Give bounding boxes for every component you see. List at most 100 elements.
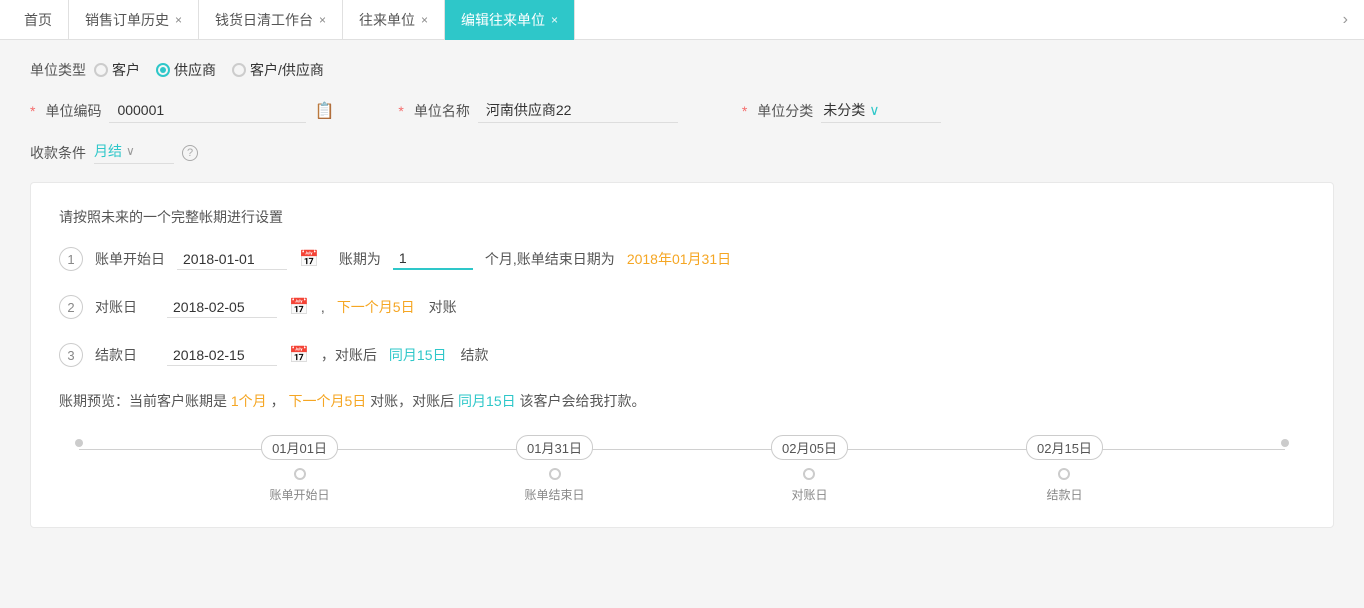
- setting-row-2-label: 对账日: [95, 297, 155, 317]
- reconcile-highlight: 下一个月5日: [337, 297, 415, 317]
- account-start-cal-icon[interactable]: 📅: [299, 249, 319, 269]
- tab-edit-partner[interactable]: 编辑往来单位 ×: [445, 0, 575, 40]
- unit-code-label: 单位编码: [45, 101, 101, 121]
- preview-sep1: ，: [271, 393, 285, 409]
- radio-both[interactable]: 客户/供应商: [232, 60, 324, 80]
- unit-code-field: * 单位编码 📋: [30, 98, 334, 123]
- timeline-item-3: 02月05日 对账日: [771, 435, 848, 503]
- radio-customer-circle: [94, 63, 108, 77]
- reconcile-pre-text: ,: [321, 299, 325, 315]
- timeline-caption-2: 账单结束日: [525, 486, 585, 503]
- unit-category-arrow: ∨: [869, 102, 879, 119]
- unit-category-value: 未分类: [823, 100, 865, 120]
- period-unit-text: 个月,账单结束日期为: [485, 249, 615, 269]
- reconcile-cal-icon[interactable]: 📅: [289, 297, 309, 317]
- unit-type-row: 单位类型 客户 供应商 客户/供应商: [30, 60, 1334, 80]
- tab-partner-unit-close[interactable]: ×: [421, 13, 428, 27]
- period-value-input[interactable]: [393, 248, 473, 270]
- tab-cash-work-close[interactable]: ×: [319, 13, 326, 27]
- timeline-date-3: 02月05日: [771, 435, 848, 460]
- unit-name-label: 单位名称: [414, 101, 470, 121]
- settings-card: 请按照未来的一个完整帐期进行设置 1 账单开始日 📅 账期为 个月,账单结束日期…: [30, 182, 1334, 528]
- preview-part2: 下一个月5日: [288, 393, 366, 409]
- settlement-date-input[interactable]: [167, 345, 277, 366]
- account-start-date-input[interactable]: [177, 249, 287, 270]
- settlement-pre-text: ，对账后: [321, 345, 377, 365]
- setting-row-1-num: 1: [59, 247, 83, 271]
- timeline-item-1: 01月01日 账单开始日: [261, 435, 338, 503]
- tab-sales-history[interactable]: 销售订单历史 ×: [69, 0, 199, 40]
- timeline-date-4: 02月15日: [1026, 435, 1103, 460]
- tab-sales-history-label: 销售订单历史: [85, 10, 169, 30]
- setting-row-3-num: 3: [59, 343, 83, 367]
- tabs-scroll-right[interactable]: ›: [1335, 11, 1356, 29]
- setting-row-2: 2 对账日 📅 , 下一个月5日 对账: [59, 295, 1305, 319]
- unit-code-icon[interactable]: 📋: [314, 101, 334, 121]
- unit-type-radio-group: 客户 供应商 客户/供应商: [94, 60, 324, 80]
- tab-home[interactable]: 首页: [8, 0, 69, 40]
- timeline-date-2: 01月31日: [516, 435, 593, 460]
- settlement-highlight: 同月15日: [389, 345, 447, 365]
- timeline-date-1: 01月01日: [261, 435, 338, 460]
- radio-customer[interactable]: 客户: [94, 60, 140, 80]
- tab-home-label: 首页: [24, 10, 52, 30]
- settlement-cal-icon[interactable]: 📅: [289, 345, 309, 365]
- timeline-caption-3: 对账日: [791, 486, 827, 503]
- tab-edit-partner-label: 编辑往来单位: [461, 10, 545, 30]
- setting-row-3-label: 结款日: [95, 345, 155, 365]
- unit-category-select[interactable]: 未分类 ∨: [821, 98, 941, 123]
- timeline-caption-4: 结款日: [1046, 486, 1082, 503]
- timeline-left-dot: [75, 439, 83, 447]
- timeline-dot-1: [294, 468, 306, 480]
- setting-row-2-num: 2: [59, 295, 83, 319]
- timeline-item-4: 02月15日 结款日: [1026, 435, 1103, 503]
- preview-part1: 1个月: [231, 393, 267, 409]
- tab-sales-history-close[interactable]: ×: [175, 13, 182, 27]
- radio-both-circle: [232, 63, 246, 77]
- unit-name-field: * 单位名称: [398, 98, 677, 123]
- unit-type-field: 单位类型 客户 供应商 客户/供应商: [30, 60, 324, 80]
- radio-supplier-label: 供应商: [174, 60, 216, 80]
- payment-terms-label: 收款条件: [30, 143, 86, 163]
- tab-edit-partner-close[interactable]: ×: [551, 13, 558, 27]
- unit-category-label: 单位分类: [757, 101, 813, 121]
- settlement-post-text: 结款: [461, 345, 489, 365]
- tab-cash-work[interactable]: 钱货日清工作台 ×: [199, 0, 343, 40]
- unit-name-input[interactable]: [478, 98, 678, 123]
- unit-name-required-star: *: [398, 103, 403, 119]
- payment-terms-value: 月结: [94, 141, 122, 161]
- timeline-dot-3: [803, 468, 815, 480]
- timeline-container: 01月01日 账单开始日 01月31日 账单结束日 02月05日 对账日: [59, 435, 1305, 503]
- preview-part3: 同月15日: [458, 393, 516, 409]
- payment-terms-row: 收款条件 月结 ∨ ?: [30, 141, 1334, 164]
- unit-category-field: * 单位分类 未分类 ∨: [742, 98, 941, 123]
- timeline-item-2: 01月31日 账单结束日: [516, 435, 593, 503]
- timeline-dot-4: [1058, 468, 1070, 480]
- payment-terms-help-icon[interactable]: ?: [182, 145, 198, 161]
- payment-terms-arrow-icon: ∨: [126, 144, 135, 158]
- radio-customer-label: 客户: [112, 60, 140, 80]
- main-content: 单位类型 客户 供应商 客户/供应商 * 单位编码: [0, 40, 1364, 548]
- timeline-right-dot: [1281, 439, 1289, 447]
- reconcile-date-input[interactable]: [167, 297, 277, 318]
- tab-cash-work-label: 钱货日清工作台: [215, 10, 313, 30]
- preview-suffix: 该客户会给我打款。: [520, 393, 646, 409]
- unit-code-input[interactable]: [109, 98, 306, 123]
- preview-prefix: 账期预览：当前客户账期是: [59, 393, 227, 409]
- setting-row-1: 1 账单开始日 📅 账期为 个月,账单结束日期为 2018年01月31日: [59, 247, 1305, 271]
- timeline-caption-1: 账单开始日: [270, 486, 330, 503]
- preview-section: 账期预览：当前客户账期是 1个月 ， 下一个月5日 对账，对账后 同月15日 该…: [59, 391, 1305, 411]
- tabs-bar: 首页 销售订单历史 × 钱货日清工作台 × 往来单位 × 编辑往来单位 × ›: [0, 0, 1364, 40]
- tab-partner-unit[interactable]: 往来单位 ×: [343, 0, 445, 40]
- account-end-date-highlight: 2018年01月31日: [627, 249, 731, 269]
- setting-row-3: 3 结款日 📅 ，对账后 同月15日 结款: [59, 343, 1305, 367]
- unit-code-required-star: *: [30, 103, 35, 119]
- radio-supplier[interactable]: 供应商: [156, 60, 216, 80]
- unit-info-row: * 单位编码 📋 * 单位名称 * 单位分类 未分类 ∨: [30, 98, 1334, 123]
- radio-supplier-circle: [156, 63, 170, 77]
- timeline-dot-2: [549, 468, 561, 480]
- payment-terms-select[interactable]: 月结 ∨: [94, 141, 174, 164]
- unit-category-required-star: *: [742, 103, 747, 119]
- reconcile-post-text: 对账: [429, 297, 457, 317]
- card-instruction: 请按照未来的一个完整帐期进行设置: [59, 207, 1305, 227]
